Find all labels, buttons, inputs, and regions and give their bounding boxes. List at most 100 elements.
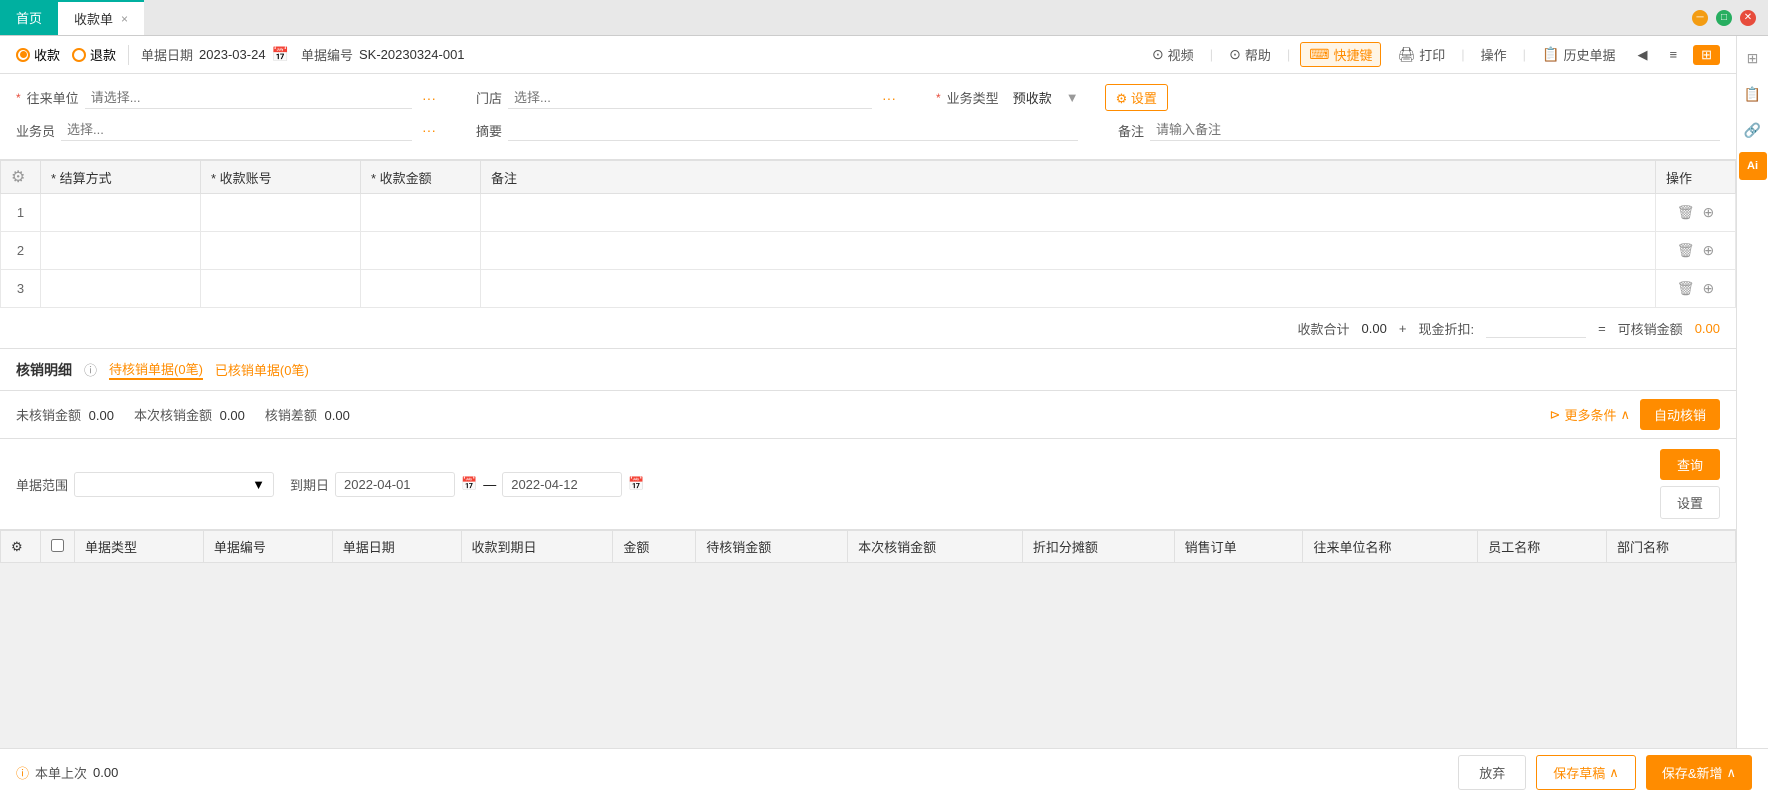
unverified-value: 0.00 — [89, 408, 114, 423]
calendar-icon[interactable]: 📅 — [272, 46, 289, 63]
dth-staff-label: 员工名称 — [1488, 540, 1540, 555]
row-3-copy-icon[interactable]: ⊕ — [1703, 280, 1715, 297]
query-button[interactable]: 查询 — [1660, 449, 1720, 480]
th-remark-label: 备注 — [491, 171, 517, 186]
partner-more-icon[interactable]: ··· — [422, 90, 436, 106]
payment-type-group: 收款 退款 — [16, 45, 116, 64]
row-3-remark-input[interactable] — [481, 270, 1655, 307]
sidebar-table-icon[interactable]: ⊞ — [1739, 44, 1767, 72]
save-draft-button[interactable]: 保存草稿 ∧ — [1536, 755, 1636, 790]
partner-label: 往来单位 — [27, 88, 79, 107]
staff-more-icon[interactable]: ··· — [422, 122, 436, 138]
row-3-amount[interactable] — [361, 270, 481, 308]
row-2-delete-icon[interactable]: 🗑 — [1677, 242, 1695, 259]
nav-prev-button[interactable]: ◀ — [1632, 45, 1654, 65]
row-1-account-input[interactable] — [201, 194, 360, 231]
row-3-settle[interactable] — [41, 270, 201, 308]
video-button[interactable]: ⊙ 视频 — [1146, 43, 1200, 66]
staff-input[interactable] — [61, 119, 412, 141]
store-input[interactable] — [508, 87, 872, 109]
row-1-amount[interactable] — [361, 194, 481, 232]
row-1-settle[interactable] — [41, 194, 201, 232]
history-button[interactable]: 📋 历史单据 — [1536, 43, 1621, 66]
table-row: 1 🗑 ⊕ — [1, 194, 1736, 232]
grid-view-button[interactable]: ⊞ — [1693, 45, 1720, 65]
row-3-remark[interactable] — [481, 270, 1656, 308]
tab-verified[interactable]: 已核销单据(0笔) — [215, 360, 309, 379]
discount-input[interactable] — [1486, 318, 1586, 338]
sidebar-link-icon[interactable]: 🔗 — [1739, 116, 1767, 144]
net-value: 0.00 — [1695, 321, 1720, 336]
biz-type-dropdown-icon[interactable]: ▼ — [1066, 90, 1079, 105]
remark-input[interactable] — [1150, 119, 1720, 141]
row-2-settle-input[interactable] — [41, 232, 200, 269]
tab-receipt-label: 收款单 — [74, 9, 113, 28]
row-3-delete-icon[interactable]: 🗑 — [1677, 280, 1695, 297]
row-1-amount-input[interactable] — [361, 194, 480, 231]
close-button[interactable]: ✕ — [1740, 10, 1756, 26]
tab-home[interactable]: 首页 — [0, 0, 58, 35]
date-from-calendar-icon[interactable]: 📅 — [461, 476, 477, 492]
more-conditions-button[interactable]: ⊳ 更多条件 ∧ — [1550, 405, 1630, 424]
dth-doc-type-label: 单据类型 — [85, 540, 137, 555]
select-all-checkbox[interactable] — [51, 539, 64, 552]
tab-close-icon[interactable]: × — [121, 12, 128, 26]
summary-input[interactable] — [508, 119, 1078, 141]
save-new-button[interactable]: 保存&新增 ∧ — [1646, 755, 1752, 790]
row-2-copy-icon[interactable]: ⊕ — [1703, 242, 1715, 259]
row-1-remark[interactable] — [481, 194, 1656, 232]
radio-refund[interactable]: 退款 — [72, 45, 116, 64]
list-view-button[interactable]: ≡ — [1664, 45, 1684, 64]
diff-label: 核销差额 — [265, 408, 317, 423]
dth-discount: 折扣分摊额 — [1022, 531, 1174, 563]
maximize-button[interactable]: □ — [1716, 10, 1732, 26]
table-settings-icon[interactable]: ⚙ — [11, 169, 25, 186]
biz-settings-button[interactable]: ⚙ 设置 — [1105, 84, 1168, 111]
tab-pending[interactable]: 待核销单据(0笔) — [109, 359, 203, 380]
discard-button[interactable]: 放弃 — [1458, 755, 1526, 790]
partner-input[interactable] — [85, 87, 412, 109]
minimize-button[interactable]: ─ — [1692, 10, 1708, 26]
row-2-account-input[interactable] — [201, 232, 360, 269]
row-2-account[interactable] — [201, 232, 361, 270]
row-1-settle-input[interactable] — [41, 194, 200, 231]
range-select[interactable]: ▼ — [74, 472, 274, 497]
date-to-input[interactable] — [502, 472, 622, 497]
help-button[interactable]: ⊙ 帮助 — [1223, 43, 1277, 66]
row-2-amount-input[interactable] — [361, 232, 480, 269]
row-2-remark[interactable] — [481, 232, 1656, 270]
verify-info-icon[interactable]: ⓘ — [84, 360, 97, 379]
row-3-account[interactable] — [201, 270, 361, 308]
current-value: 0.00 — [220, 408, 245, 423]
tab-receipt[interactable]: 收款单 × — [58, 0, 144, 35]
total-label: 收款合计 — [1298, 319, 1350, 338]
row-2-amount[interactable] — [361, 232, 481, 270]
radio-payment[interactable]: 收款 — [16, 45, 60, 64]
auto-verify-button[interactable]: 自动核销 — [1640, 399, 1720, 430]
print-button[interactable]: 🖨 打印 — [1391, 43, 1451, 66]
sidebar-doc-icon[interactable]: 📋 — [1739, 80, 1767, 108]
range-label: 单据范围 — [16, 475, 68, 494]
operation-button[interactable]: 操作 — [1475, 43, 1513, 66]
row-2-settle[interactable] — [41, 232, 201, 270]
row-3-amount-input[interactable] — [361, 270, 480, 307]
summary-label: 摘要 — [476, 121, 502, 140]
date-to-calendar-icon[interactable]: 📅 — [628, 476, 644, 492]
th-ops-label: 操作 — [1666, 171, 1692, 186]
row-3-settle-input[interactable] — [41, 270, 200, 307]
date-from-input[interactable] — [335, 472, 455, 497]
row-1-remark-input[interactable] — [481, 194, 1655, 231]
row-1-copy-icon[interactable]: ⊕ — [1703, 204, 1715, 221]
th-account: * 收款账号 — [201, 161, 361, 194]
row-1-delete-icon[interactable]: 🗑 — [1677, 204, 1695, 221]
separator-1 — [128, 45, 129, 65]
detail-settings-icon[interactable]: ⚙ — [11, 539, 23, 554]
store-more-icon[interactable]: ··· — [882, 90, 896, 106]
shortcut-button[interactable]: ⌨ 快捷键 — [1300, 42, 1381, 67]
row-1-account[interactable] — [201, 194, 361, 232]
sidebar-ai-icon[interactable]: Ai — [1739, 152, 1767, 180]
row-3-account-input[interactable] — [201, 270, 360, 307]
row-2-remark-input[interactable] — [481, 232, 1655, 269]
equals-sign: = — [1598, 321, 1606, 336]
filter-settings-button[interactable]: 设置 — [1660, 486, 1720, 519]
